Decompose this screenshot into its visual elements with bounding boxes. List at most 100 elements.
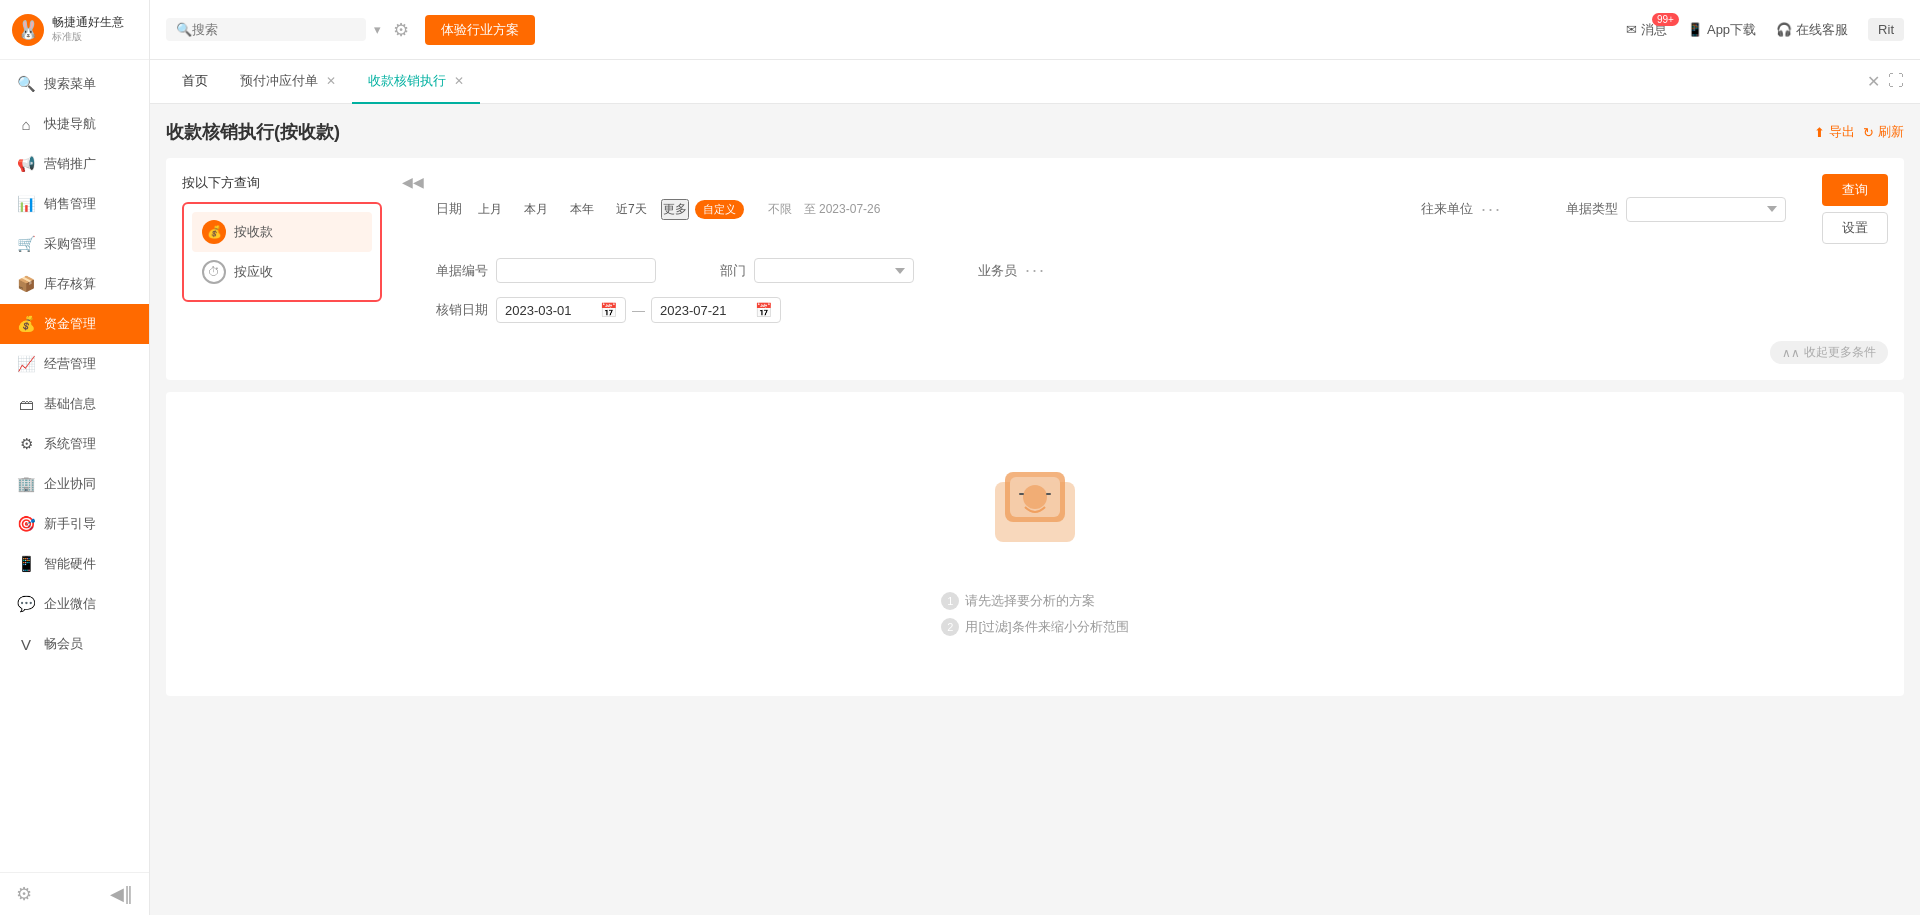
- dept-field: 部门: [720, 258, 914, 283]
- tabbar-actions: ✕ ⛶: [1867, 72, 1904, 91]
- sidebar-item-marketing[interactable]: 📢 营销推广: [0, 144, 149, 184]
- main-area: 🔍 ▾ ⚙ 体验行业方案 ✉ 消息 99+ 📱 App下载 🎧 在线客服 Rit: [150, 0, 1920, 915]
- this-month-btn[interactable]: 本月: [516, 199, 556, 220]
- sidebar-label-member: 畅会员: [44, 635, 83, 653]
- sidebar-item-operation[interactable]: 📈经营管理: [0, 344, 149, 384]
- search-box[interactable]: 🔍: [166, 18, 366, 41]
- topbar: 🔍 ▾ ⚙ 体验行业方案 ✉ 消息 99+ 📱 App下载 🎧 在线客服 Rit: [150, 0, 1920, 60]
- sidebar-item-system[interactable]: ⚙系统管理: [0, 424, 149, 464]
- sidebar-item-purchase[interactable]: 🛒采购管理: [0, 224, 149, 264]
- empty-tips: 1 请先选择要分析的方案 2 用[过滤]条件来缩小分析范围: [941, 592, 1128, 636]
- this-year-btn[interactable]: 本年: [562, 199, 602, 220]
- quicknav-icon: ⌂: [16, 114, 36, 134]
- sidebar-item-wechat[interactable]: 💬企业微信: [0, 584, 149, 624]
- verify-date-start[interactable]: 2023-03-01 📅: [496, 297, 626, 323]
- counterpart-field: 往来单位 ···: [1421, 199, 1502, 220]
- date-buttons: 上月 本月 本年 近7天 更多 自定义: [470, 199, 744, 220]
- filter-by-receipt[interactable]: 💰 按收款: [192, 212, 372, 252]
- settings-button[interactable]: 设置: [1822, 212, 1888, 244]
- tip-num-1: 1: [941, 592, 959, 610]
- last-month-btn[interactable]: 上月: [470, 199, 510, 220]
- topbar-gear-icon[interactable]: ⚙: [393, 19, 409, 41]
- close-all-tabs-icon[interactable]: ✕: [1867, 72, 1880, 91]
- sidebar-label-wechat: 企业微信: [44, 595, 96, 613]
- logo-text: 畅捷通好生意: [52, 15, 124, 31]
- last7days-btn[interactable]: 近7天: [608, 199, 655, 220]
- marketing-icon: 📢: [16, 154, 36, 174]
- chevron-down-icon[interactable]: ▾: [374, 22, 381, 37]
- dept-select[interactable]: [754, 258, 914, 283]
- verify-date-range: 2023-03-01 📅 — 2023-07-21 📅: [496, 297, 781, 323]
- dept-label: 部门: [720, 262, 746, 280]
- sidebar-item-guide[interactable]: 🎯新手引导: [0, 504, 149, 544]
- search-input[interactable]: [192, 22, 322, 37]
- query-button[interactable]: 查询: [1822, 174, 1888, 206]
- sidebar-logo: 🐰 畅捷通好生意 标准版: [0, 0, 149, 60]
- more-date-btn[interactable]: 更多: [661, 199, 689, 220]
- topbar-right: ✉ 消息 99+ 📱 App下载 🎧 在线客服 Rit: [1626, 18, 1904, 41]
- filter-by-receivable[interactable]: ⏱ 按应收: [192, 252, 372, 292]
- tab-prepay-label: 预付冲应付单: [240, 72, 318, 90]
- sidebar-item-enterprise[interactable]: 🏢企业协同: [0, 464, 149, 504]
- solution-button[interactable]: 体验行业方案: [425, 15, 535, 45]
- page-title: 收款核销执行(按收款): [166, 120, 340, 144]
- bill-type-label: 单据类型: [1566, 200, 1618, 218]
- bill-no-input[interactable]: [496, 258, 656, 283]
- by-receivable-label: 按应收: [234, 263, 273, 281]
- settings-icon[interactable]: ⚙: [16, 883, 32, 905]
- counterpart-more-icon[interactable]: ···: [1481, 199, 1502, 220]
- page-header-actions: ⬆ 导出 ↻ 刷新: [1814, 123, 1904, 141]
- expand-tab-icon[interactable]: ⛶: [1888, 72, 1904, 91]
- online-service-button[interactable]: 🎧 在线客服: [1776, 21, 1848, 39]
- sidebar-item-member[interactable]: V畅会员: [0, 624, 149, 664]
- inventory-icon: 📦: [16, 274, 36, 294]
- tab-receipt[interactable]: 收款核销执行 ✕: [352, 60, 480, 104]
- sidebar-item-inventory[interactable]: 📦 库存核算: [0, 264, 149, 304]
- filter-row-2: 单据编号 部门 业务员 ···: [436, 258, 1888, 283]
- message-badge: 99+: [1652, 13, 1679, 26]
- sidebar-item-search[interactable]: 🔍搜索菜单: [0, 64, 149, 104]
- sidebar-label-hardware: 智能硬件: [44, 555, 96, 573]
- sidebar-menu: 🔍搜索菜单⌂快捷导航 📢 营销推广 📊销售管理🛒采购管理 📦 库存核算 💰资金管理📈经营管理…: [0, 60, 149, 872]
- collapse-sidebar-icon[interactable]: ◀‖: [110, 883, 133, 905]
- verify-date-field: 核销日期 2023-03-01 📅 — 2023-07-21 📅: [436, 297, 781, 323]
- sidebar-item-quicknav[interactable]: ⌂快捷导航: [0, 104, 149, 144]
- tab-home[interactable]: 首页: [166, 60, 224, 104]
- page-header: 收款核销执行(按收款) ⬆ 导出 ↻ 刷新: [166, 120, 1904, 144]
- close-prepay-tab-icon[interactable]: ✕: [326, 74, 336, 88]
- close-receipt-tab-icon[interactable]: ✕: [454, 74, 464, 88]
- sidebar-label-inventory: 库存核算: [44, 275, 96, 293]
- collapse-more-button[interactable]: ∧∧ 收起更多条件: [1770, 341, 1888, 364]
- message-button[interactable]: ✉ 消息 99+: [1626, 21, 1667, 39]
- app-icon: 📱: [1687, 22, 1703, 37]
- date-not-limit: 不限: [768, 201, 792, 218]
- refresh-button[interactable]: ↻ 刷新: [1863, 123, 1904, 141]
- sidebar-label-enterprise: 企业协同: [44, 475, 96, 493]
- sidebar-item-finance[interactable]: 💰资金管理: [0, 304, 149, 344]
- service-icon: 🎧: [1776, 22, 1792, 37]
- sidebar-item-hardware[interactable]: 📱智能硬件: [0, 544, 149, 584]
- verify-date-end[interactable]: 2023-07-21 📅: [651, 297, 781, 323]
- sidebar-label-search: 搜索菜单: [44, 75, 96, 93]
- filter-right: 日期 上月 本月 本年 近7天 更多 自定义 不限 至 2023-07-26: [436, 174, 1888, 364]
- date-to-text: 至 2023-07-26: [804, 201, 881, 218]
- finance-icon: 💰: [16, 314, 36, 334]
- custom-date-tag[interactable]: 自定义: [695, 200, 744, 219]
- sidebar-label-basic: 基础信息: [44, 395, 96, 413]
- tab-prepay[interactable]: 预付冲应付单 ✕: [224, 60, 352, 104]
- sidebar-label-operation: 经营管理: [44, 355, 96, 373]
- sidebar-label-system: 系统管理: [44, 435, 96, 453]
- bill-no-field: 单据编号: [436, 258, 656, 283]
- sidebar-item-sales[interactable]: 📊销售管理: [0, 184, 149, 224]
- sidebar-item-basic[interactable]: 🗃基础信息: [0, 384, 149, 424]
- export-button[interactable]: ⬆ 导出: [1814, 123, 1855, 141]
- user-account[interactable]: Rit: [1868, 18, 1904, 41]
- collapse-filter-icon[interactable]: ◀◀: [402, 174, 424, 364]
- empty-state: 1 请先选择要分析的方案 2 用[过滤]条件来缩小分析范围: [166, 392, 1904, 696]
- salesperson-more-icon[interactable]: ···: [1025, 260, 1046, 281]
- filter-row-3: 核销日期 2023-03-01 📅 — 2023-07-21 📅: [436, 297, 1888, 323]
- chevron-up-icon: ∧∧: [1782, 346, 1800, 360]
- bill-type-select[interactable]: [1626, 197, 1786, 222]
- sidebar-label-marketing: 营销推广: [44, 155, 96, 173]
- app-download-button[interactable]: 📱 App下载: [1687, 21, 1756, 39]
